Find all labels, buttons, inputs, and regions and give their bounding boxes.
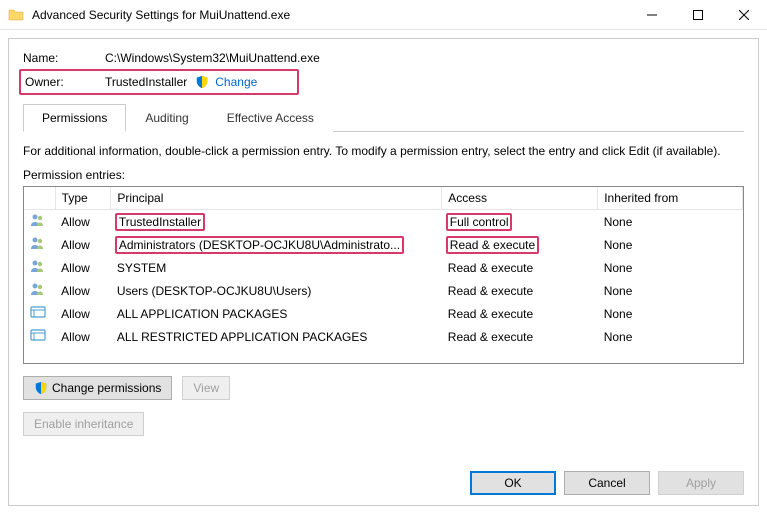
table-row[interactable]: AllowALL APPLICATION PACKAGESRead & exec… (24, 302, 743, 325)
cell-type: Allow (55, 325, 111, 348)
table-row[interactable]: AllowTrustedInstallerFull controlNone (24, 210, 743, 234)
shield-icon (195, 75, 209, 89)
cell-inherited: None (598, 302, 743, 325)
cell-access: Read & execute (442, 256, 598, 279)
package-icon (30, 328, 46, 342)
maximize-button[interactable] (675, 0, 721, 30)
name-value: C:\Windows\System32\MuiUnattend.exe (105, 51, 320, 65)
window-title: Advanced Security Settings for MuiUnatte… (32, 8, 629, 22)
col-inherited-header[interactable]: Inherited from (598, 187, 743, 210)
cell-principal: Administrators (DESKTOP-OCJKU8U\Administ… (111, 233, 442, 256)
apply-button[interactable]: Apply (658, 471, 744, 495)
table-row[interactable]: AllowUsers (DESKTOP-OCJKU8U\Users)Read &… (24, 279, 743, 302)
col-type-header[interactable]: Type (55, 187, 111, 210)
cell-type: Allow (55, 279, 111, 302)
users-icon (30, 213, 46, 227)
cell-principal: Users (DESKTOP-OCJKU8U\Users) (111, 279, 442, 302)
name-row: Name: C:\Windows\System32\MuiUnattend.ex… (23, 51, 744, 65)
owner-row: Owner: TrustedInstaller Change (19, 69, 299, 95)
cell-inherited: None (598, 233, 743, 256)
col-principal-header[interactable]: Principal (111, 187, 442, 210)
inheritance-row: Enable inheritance (23, 412, 744, 436)
cell-type: Allow (55, 210, 111, 234)
table-row[interactable]: AllowSYSTEMRead & executeNone (24, 256, 743, 279)
users-icon (30, 259, 46, 273)
change-permissions-button[interactable]: Change permissions (23, 376, 172, 400)
cell-inherited: None (598, 210, 743, 234)
permission-table[interactable]: Type Principal Access Inherited from All… (23, 186, 744, 364)
cell-access: Read & execute (442, 233, 598, 256)
shield-icon (34, 381, 48, 395)
cell-type: Allow (55, 256, 111, 279)
cell-access: Read & execute (442, 302, 598, 325)
info-text: For additional information, double-click… (23, 144, 744, 158)
users-icon (30, 236, 46, 250)
dialog-content: Name: C:\Windows\System32\MuiUnattend.ex… (8, 38, 759, 506)
cell-principal: ALL APPLICATION PACKAGES (111, 302, 442, 325)
name-label: Name: (23, 51, 105, 65)
cell-type: Allow (55, 302, 111, 325)
titlebar: Advanced Security Settings for MuiUnatte… (0, 0, 767, 30)
cell-inherited: None (598, 325, 743, 348)
table-row[interactable]: AllowAdministrators (DESKTOP-OCJKU8U\Adm… (24, 233, 743, 256)
table-row[interactable]: AllowALL RESTRICTED APPLICATION PACKAGES… (24, 325, 743, 348)
owner-label: Owner: (25, 75, 105, 89)
cell-access: Full control (442, 210, 598, 234)
tab-auditing[interactable]: Auditing (126, 104, 207, 132)
package-icon (30, 305, 46, 319)
close-button[interactable] (721, 0, 767, 30)
col-access-header[interactable]: Access (442, 187, 598, 210)
button-row: Change permissions View (23, 376, 744, 400)
owner-value: TrustedInstaller (105, 75, 187, 89)
ok-button[interactable]: OK (470, 471, 556, 495)
cell-principal: SYSTEM (111, 256, 442, 279)
tab-effective-access[interactable]: Effective Access (208, 104, 333, 132)
cell-principal: ALL RESTRICTED APPLICATION PACKAGES (111, 325, 442, 348)
change-permissions-label: Change permissions (52, 381, 161, 395)
cell-access: Read & execute (442, 325, 598, 348)
tab-bar: Permissions Auditing Effective Access (23, 103, 744, 132)
col-icon-header[interactable] (24, 187, 55, 210)
tab-permissions[interactable]: Permissions (23, 104, 126, 132)
dialog-footer: OK Cancel Apply (470, 471, 744, 495)
users-icon (30, 282, 46, 296)
change-owner-link[interactable]: Change (215, 75, 257, 89)
folder-icon (8, 7, 24, 23)
enable-inheritance-button[interactable]: Enable inheritance (23, 412, 144, 436)
entries-label: Permission entries: (23, 168, 744, 182)
minimize-button[interactable] (629, 0, 675, 30)
cell-access: Read & execute (442, 279, 598, 302)
view-button[interactable]: View (182, 376, 230, 400)
cell-principal: TrustedInstaller (111, 210, 442, 234)
cell-inherited: None (598, 256, 743, 279)
cell-inherited: None (598, 279, 743, 302)
cancel-button[interactable]: Cancel (564, 471, 650, 495)
cell-type: Allow (55, 233, 111, 256)
